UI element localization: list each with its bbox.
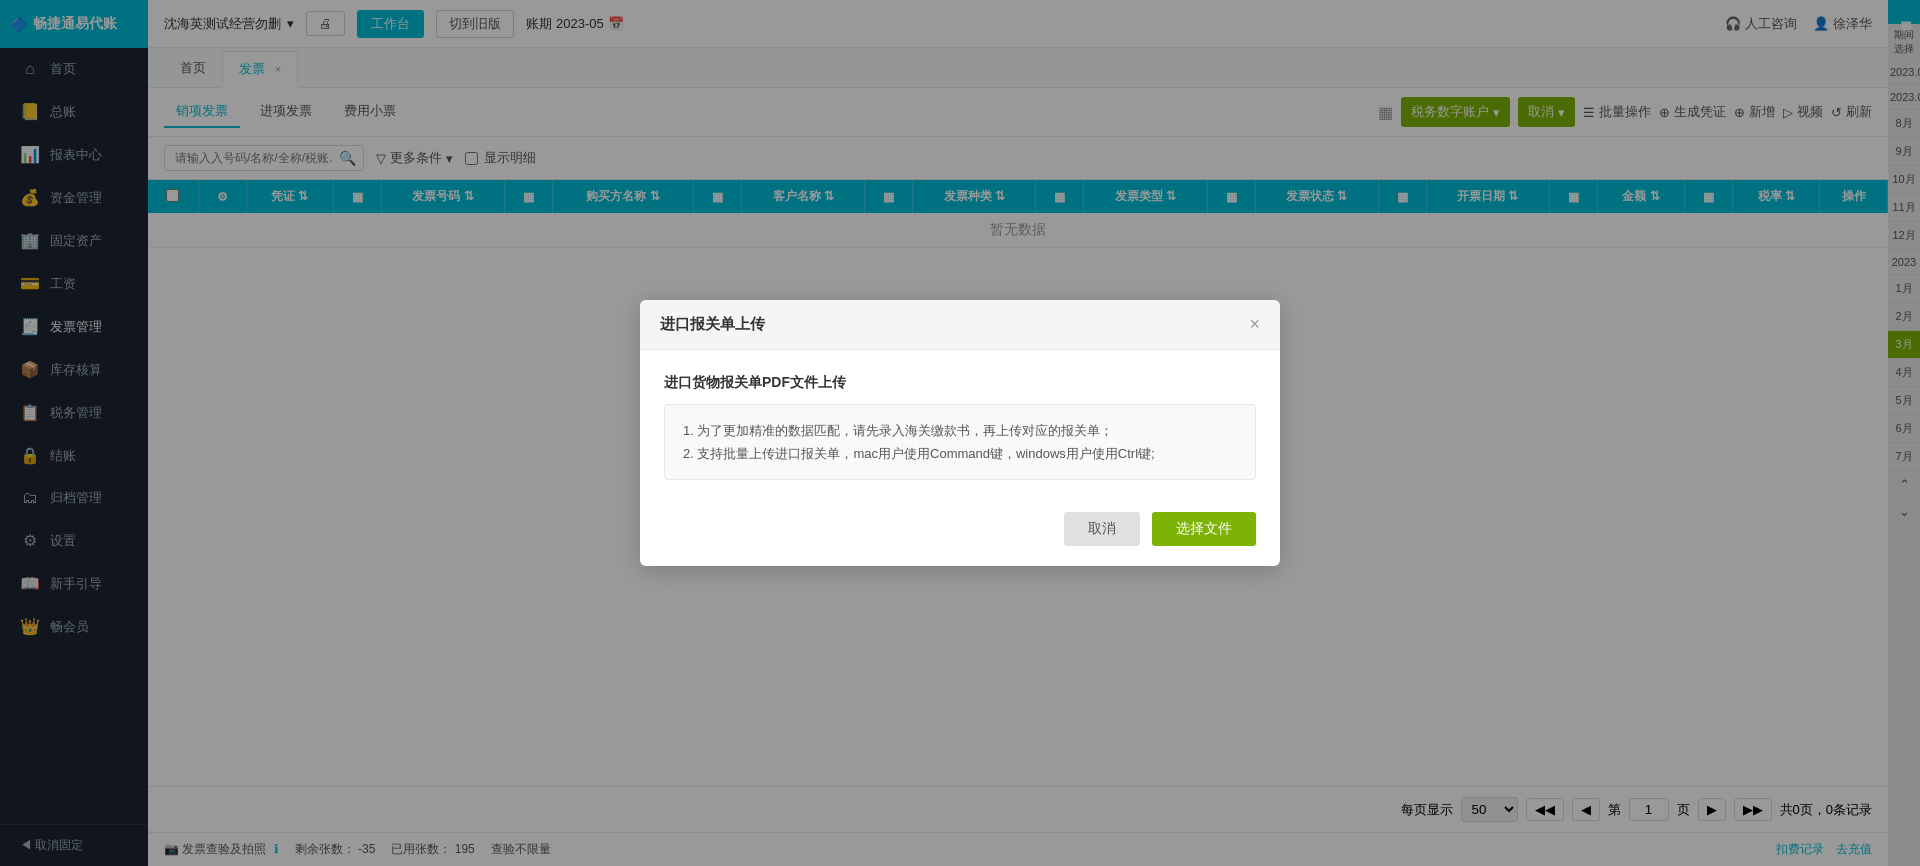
dialog-close-btn[interactable]: × xyxy=(1249,314,1260,335)
dialog-title: 进口报关单上传 xyxy=(660,315,765,334)
dialog-overlay[interactable]: 进口报关单上传 × 进口货物报关单PDF文件上传 1. 为了更加精准的数据匹配，… xyxy=(0,0,1920,866)
dialog-header: 进口报关单上传 × xyxy=(640,300,1280,350)
dialog-info-line-1: 1. 为了更加精准的数据匹配，请先录入海关缴款书，再上传对应的报关单； xyxy=(683,419,1237,442)
dialog-info-box: 1. 为了更加精准的数据匹配，请先录入海关缴款书，再上传对应的报关单； 2. 支… xyxy=(664,404,1256,481)
import-customs-dialog: 进口报关单上传 × 进口货物报关单PDF文件上传 1. 为了更加精准的数据匹配，… xyxy=(640,300,1280,567)
dialog-section-title: 进口货物报关单PDF文件上传 xyxy=(664,374,1256,392)
dialog-cancel-btn[interactable]: 取消 xyxy=(1064,512,1140,546)
dialog-footer: 取消 选择文件 xyxy=(640,496,1280,566)
dialog-info-line-2: 2. 支持批量上传进口报关单，mac用户使用Command键，windows用户… xyxy=(683,442,1237,465)
dialog-select-file-btn[interactable]: 选择文件 xyxy=(1152,512,1256,546)
dialog-body: 进口货物报关单PDF文件上传 1. 为了更加精准的数据匹配，请先录入海关缴款书，… xyxy=(640,350,1280,497)
